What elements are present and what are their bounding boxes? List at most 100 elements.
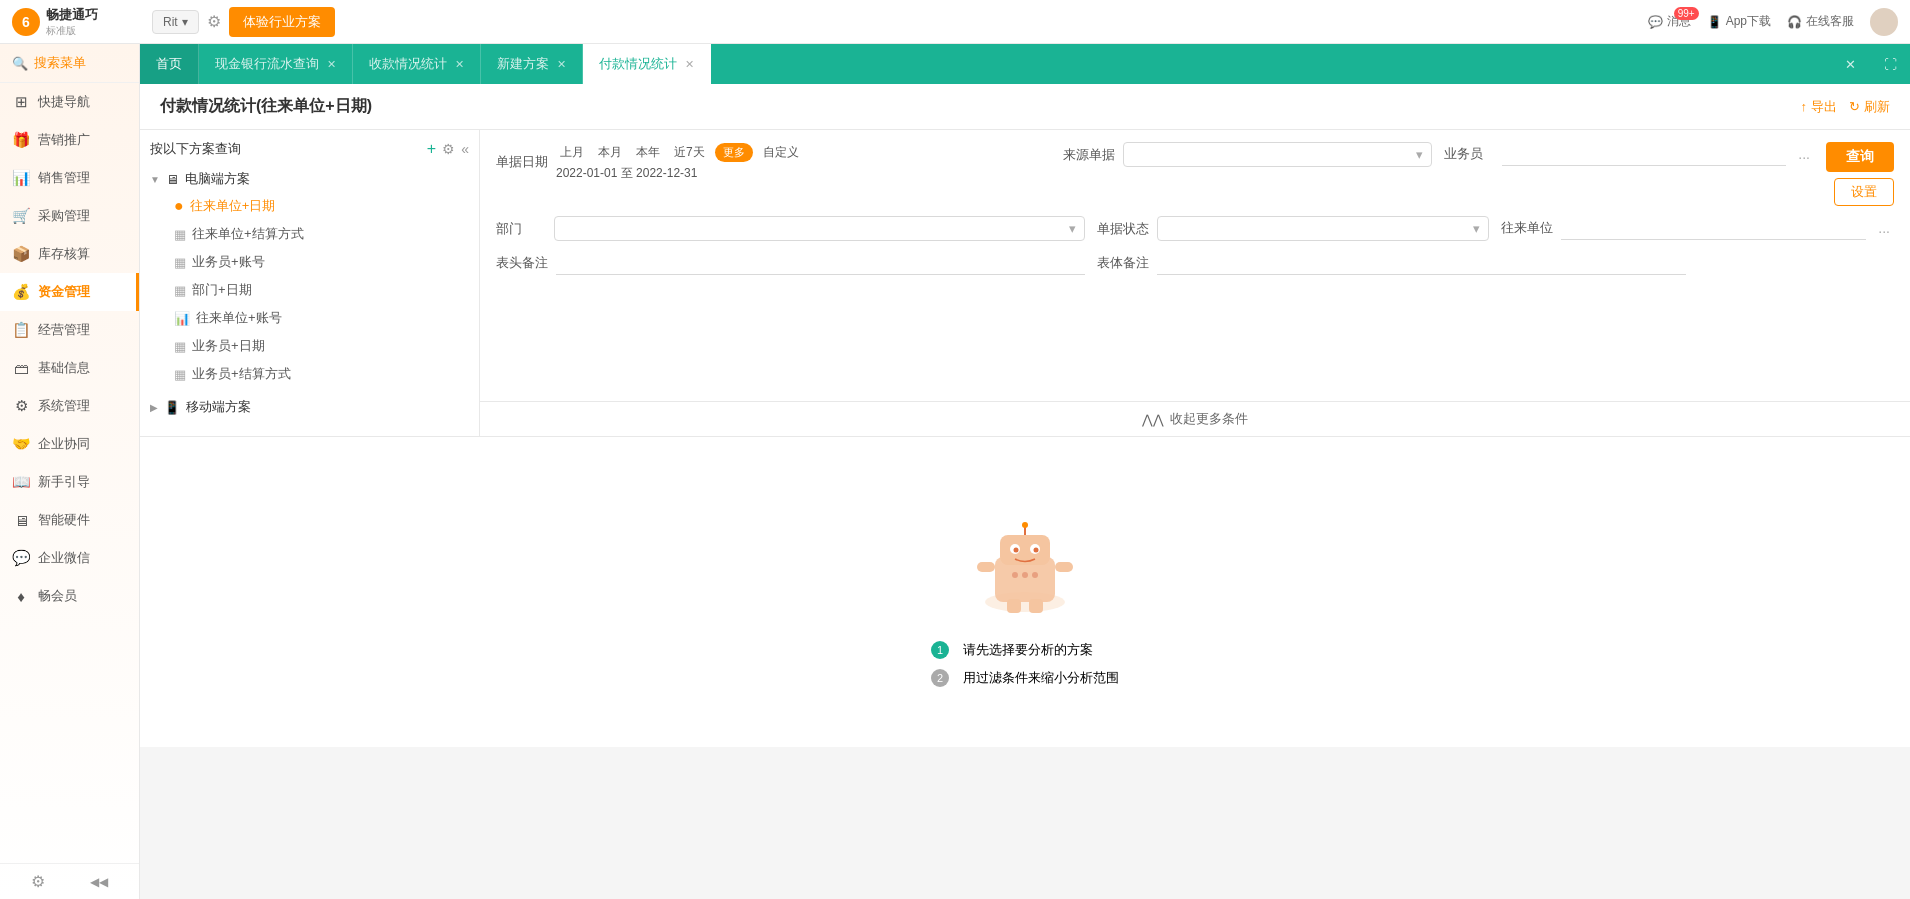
scheme-actions: + ⚙ « — [427, 140, 469, 158]
department-input[interactable]: ▾ — [554, 216, 1085, 241]
tab-bank-flow-label: 现金银行流水查询 — [215, 55, 319, 73]
body-remark-input[interactable] — [1157, 251, 1686, 275]
empty-step-1: 1 请先选择要分析的方案 — [931, 641, 1093, 659]
online-service-button[interactable]: 🎧 在线客服 — [1787, 13, 1854, 30]
partner-ellipsis-btn[interactable]: ... — [1874, 218, 1894, 238]
sidebar-search[interactable]: 🔍 搜索菜单 — [0, 44, 139, 83]
scheme-section-desktop-header[interactable]: ▼ 🖥 电脑端方案 — [150, 166, 469, 192]
tab-new-scheme-close[interactable]: ✕ — [557, 58, 566, 71]
sidebar-collapse-icon[interactable]: ◀◀ — [90, 875, 108, 889]
filter-form: 单据日期 上月 本月 本年 近7天 更多 自定义 — [480, 130, 1910, 401]
this-year-btn[interactable]: 本年 — [632, 142, 664, 163]
last-month-btn[interactable]: 上月 — [556, 142, 588, 163]
messages-button[interactable]: 💬 消息 99+ — [1648, 13, 1691, 30]
sidebar-item-label: 快捷导航 — [38, 93, 90, 111]
scheme-settings-icon[interactable]: ⚙ — [442, 141, 455, 157]
tab-home[interactable]: 首页 — [140, 44, 199, 84]
header-remark-input[interactable] — [556, 251, 1085, 275]
scheme-item-partner-date[interactable]: ● 往来单位+日期 — [166, 192, 469, 220]
tab-expand[interactable]: ⛶ — [1870, 44, 1910, 84]
sidebar-item-guide[interactable]: 📖 新手引导 — [0, 463, 139, 501]
tab-receive-stats[interactable]: 收款情况统计 ✕ — [353, 44, 481, 84]
trial-button[interactable]: 体验行业方案 — [229, 7, 335, 37]
sidebar-item-label: 库存核算 — [38, 245, 90, 263]
desktop-scheme-list: ● 往来单位+日期 ▦ 往来单位+结算方式 ▦ 业务员+账号 — [150, 192, 469, 388]
setting-button[interactable]: 设置 — [1834, 178, 1894, 206]
finance-icon: 💰 — [12, 283, 30, 301]
voucher-status-field: 单据状态 ▾ — [1097, 216, 1490, 241]
salesman-field: 业务员 ... — [1444, 142, 1814, 166]
filter-row-1: 单据日期 上月 本月 本年 近7天 更多 自定义 — [496, 142, 1894, 206]
voucher-status-label: 单据状态 — [1097, 220, 1149, 238]
settings-icon[interactable]: ⚙ — [207, 12, 221, 31]
sidebar-item-finance[interactable]: 💰 资金管理 — [0, 273, 139, 311]
scheme-item-salesman-settle[interactable]: ▦ 业务员+结算方式 — [166, 360, 469, 388]
tab-pay-stats-close[interactable]: ✕ — [685, 58, 694, 71]
scheme-section-mobile-header[interactable]: ▶ 📱 移动端方案 — [150, 394, 469, 420]
sidebar-item-purchase[interactable]: 🛒 采购管理 — [0, 197, 139, 235]
scheme-item-dept-date[interactable]: ▦ 部门+日期 — [166, 276, 469, 304]
svg-rect-10 — [1055, 562, 1073, 572]
empty-step-2: 2 用过滤条件来缩小分析范围 — [931, 669, 1119, 687]
scheme-item-label: 部门+日期 — [192, 281, 252, 299]
salesman-ellipsis-btn[interactable]: ... — [1794, 144, 1814, 164]
tab-new-scheme-label: 新建方案 — [497, 55, 549, 73]
partner-field: 往来单位 ... — [1501, 216, 1894, 240]
sidebar-item-wechat[interactable]: 💬 企业微信 — [0, 539, 139, 577]
company-selector[interactable]: Rit ▾ — [152, 10, 199, 34]
scheme-collapse-icon[interactable]: « — [461, 141, 469, 157]
export-button[interactable]: ↑ 导出 — [1801, 98, 1838, 116]
tab-close-all[interactable]: ✕ — [1830, 44, 1870, 84]
sidebar-item-inventory[interactable]: 📦 库存核算 — [0, 235, 139, 273]
desktop-section-label: 电脑端方案 — [185, 170, 250, 188]
online-service-label: 在线客服 — [1806, 13, 1854, 30]
scheme-add-icon[interactable]: + — [427, 140, 436, 158]
sidebar-item-operations[interactable]: 📋 经营管理 — [0, 311, 139, 349]
tab-bank-flow-close[interactable]: ✕ — [327, 58, 336, 71]
custom-date-btn[interactable]: 自定义 — [759, 142, 803, 163]
sidebar-item-hardware[interactable]: 🖥 智能硬件 — [0, 501, 139, 539]
scheme-item-partner-settle[interactable]: ▦ 往来单位+结算方式 — [166, 220, 469, 248]
source-voucher-input[interactable]: ▾ — [1123, 142, 1433, 167]
page-title: 付款情况统计(往来单位+日期) — [160, 96, 372, 117]
voucher-status-input[interactable]: ▾ — [1157, 216, 1490, 241]
partner-label: 往来单位 — [1501, 219, 1553, 237]
scheme-item-partner-account[interactable]: 📊 往来单位+账号 — [166, 304, 469, 332]
sidebar-item-quick-nav[interactable]: ⊞ 快捷导航 — [0, 83, 139, 121]
tab-receive-stats-close[interactable]: ✕ — [455, 58, 464, 71]
sidebar-item-member[interactable]: ♦ 畅会员 — [0, 577, 139, 615]
tab-pay-stats[interactable]: 付款情况统计 ✕ — [583, 44, 711, 84]
query-button[interactable]: 查询 — [1826, 142, 1894, 172]
app-download-button[interactable]: 📱 App下载 — [1707, 13, 1771, 30]
sidebar-item-sales[interactable]: 📊 销售管理 — [0, 159, 139, 197]
scheme-item-active-icon: ● — [174, 197, 184, 215]
sidebar-item-collab[interactable]: 🤝 企业协同 — [0, 425, 139, 463]
svg-point-12 — [1022, 572, 1028, 578]
tab-new-scheme[interactable]: 新建方案 ✕ — [481, 44, 583, 84]
message-icon: 💬 — [1648, 15, 1663, 29]
sidebar-item-basic[interactable]: 🗃 基础信息 — [0, 349, 139, 387]
more-dates-btn[interactable]: 更多 — [715, 143, 753, 162]
collab-icon: 🤝 — [12, 435, 30, 453]
scheme-section-mobile: ▶ 📱 移动端方案 — [150, 394, 469, 420]
sidebar-item-marketing[interactable]: 🎁 营销推广 — [0, 121, 139, 159]
mobile-section-icon: 📱 — [164, 400, 180, 415]
scheme-item-salesman-account[interactable]: ▦ 业务员+账号 — [166, 248, 469, 276]
user-avatar[interactable] — [1870, 8, 1898, 36]
partner-input[interactable] — [1561, 216, 1866, 240]
scheme-item-salesman-date[interactable]: ▦ 业务员+日期 — [166, 332, 469, 360]
export-label: 导出 — [1811, 98, 1837, 116]
this-month-btn[interactable]: 本月 — [594, 142, 626, 163]
messages-badge: 99+ — [1674, 7, 1699, 20]
last-7-days-btn[interactable]: 近7天 — [670, 142, 709, 163]
tab-bank-flow[interactable]: 现金银行流水查询 ✕ — [199, 44, 353, 84]
filter-right: 单据日期 上月 本月 本年 近7天 更多 自定义 — [480, 130, 1910, 436]
salesman-input[interactable] — [1502, 142, 1786, 166]
collapse-conditions-button[interactable]: ⋀⋀ 收起更多条件 — [480, 401, 1910, 436]
sidebar-settings-icon[interactable]: ⚙ — [31, 872, 45, 891]
refresh-button[interactable]: ↻ 刷新 — [1849, 98, 1890, 116]
date-shortcuts: 上月 本月 本年 近7天 更多 自定义 — [556, 142, 1051, 163]
refresh-label: 刷新 — [1864, 98, 1890, 116]
sidebar-item-system[interactable]: ⚙ 系统管理 — [0, 387, 139, 425]
collapse-label: 收起更多条件 — [1170, 410, 1248, 428]
